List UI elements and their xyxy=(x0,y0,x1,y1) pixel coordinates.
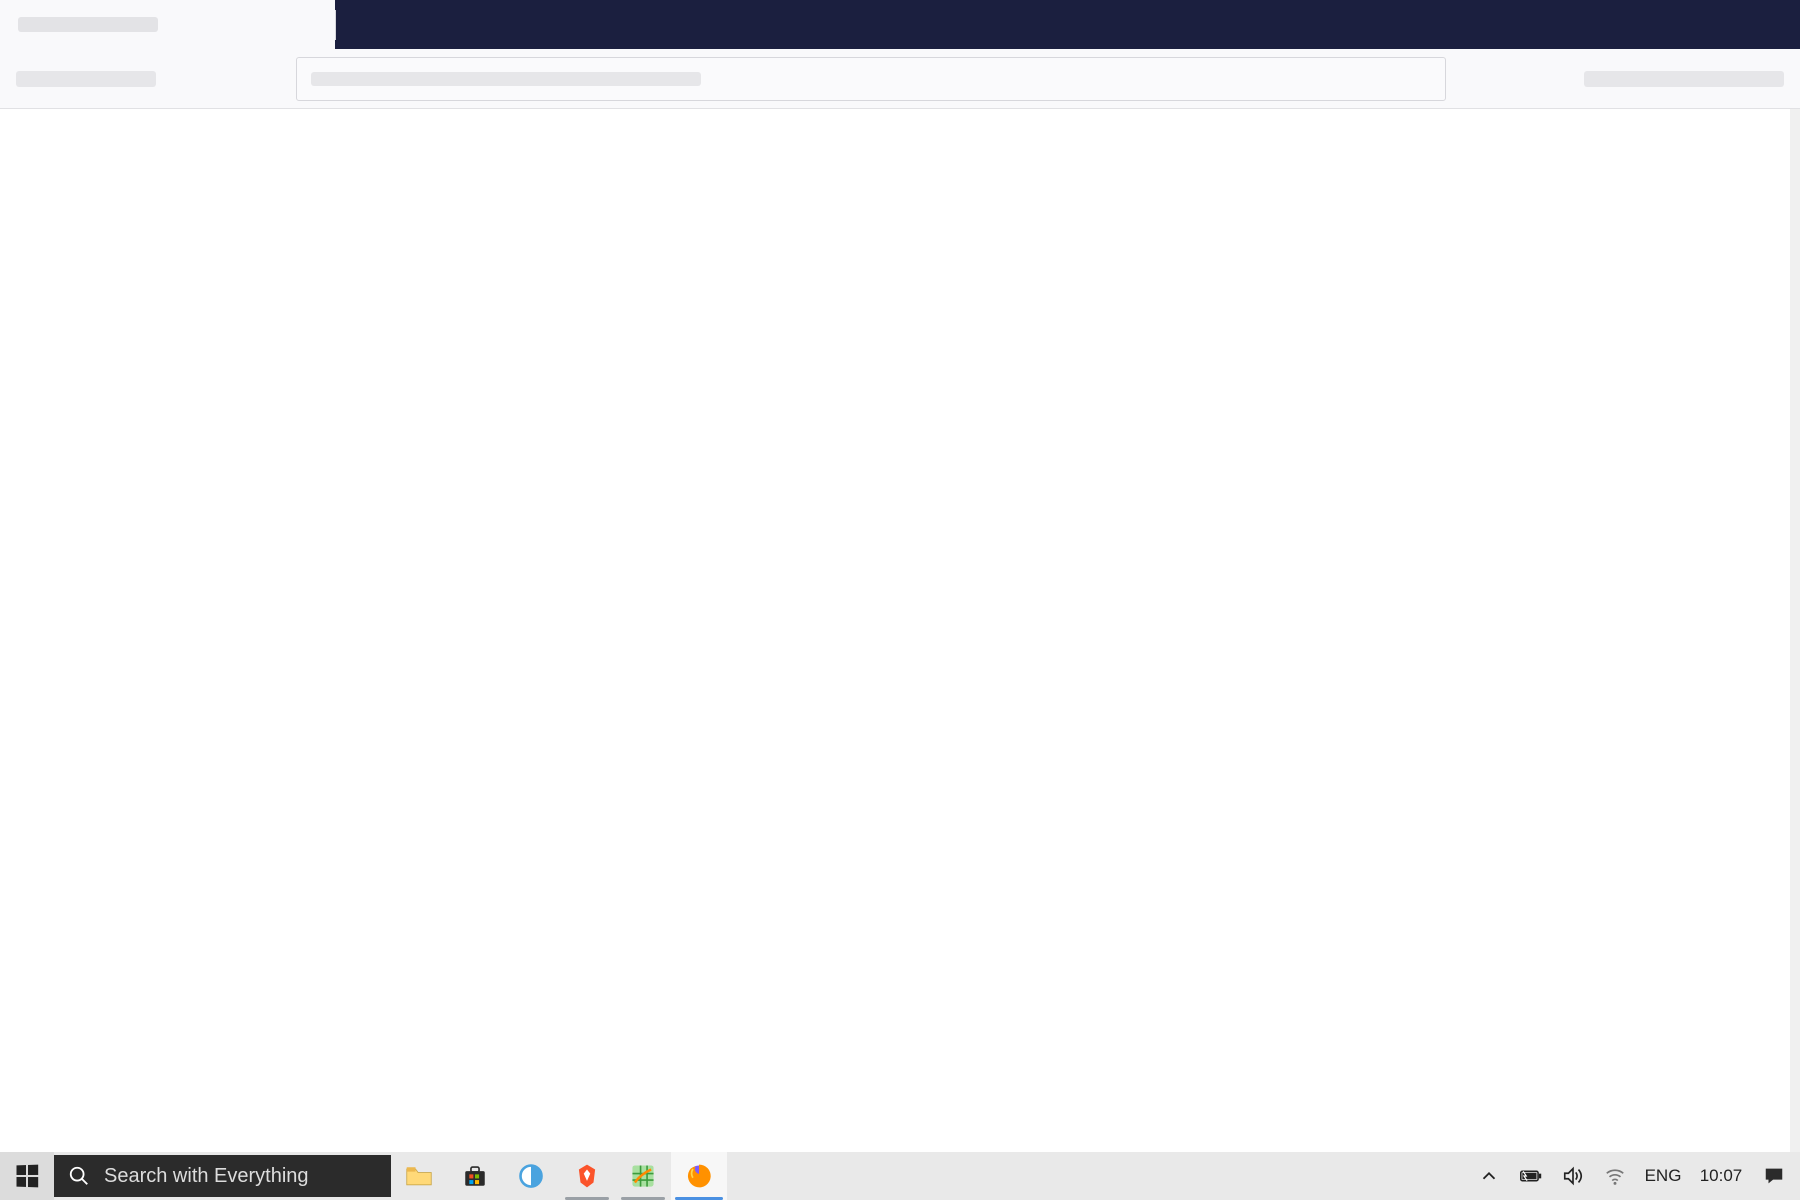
address-skeleton xyxy=(311,72,701,86)
taskbar-app-file-explorer[interactable] xyxy=(391,1152,447,1200)
battery-icon xyxy=(1520,1165,1542,1187)
tray-wifi[interactable] xyxy=(1594,1152,1636,1200)
taskbar-app-microsoft-store[interactable] xyxy=(447,1152,503,1200)
taskbar-apps xyxy=(391,1152,727,1200)
volume-icon xyxy=(1562,1165,1584,1187)
tab-strip xyxy=(0,0,1800,49)
vertical-scrollbar[interactable] xyxy=(1790,109,1800,1152)
action-center[interactable] xyxy=(1752,1152,1796,1200)
taskbar-search-placeholder: Search with Everything xyxy=(104,1165,309,1188)
tray-clock[interactable]: 10:07 xyxy=(1690,1152,1752,1200)
tab-divider xyxy=(335,10,336,40)
taskbar-app-browser-blue[interactable] xyxy=(503,1152,559,1200)
toolbar-right-skeleton xyxy=(1584,71,1784,87)
file-explorer-icon xyxy=(404,1161,434,1191)
notification-icon xyxy=(1763,1165,1785,1187)
scrollbar-thumb[interactable] xyxy=(1790,109,1800,1152)
grid-app-icon xyxy=(628,1161,658,1191)
browser-toolbar xyxy=(0,49,1800,109)
windows-logo-icon xyxy=(17,1165,39,1188)
firefox-icon xyxy=(684,1161,714,1191)
tray-battery[interactable] xyxy=(1510,1152,1552,1200)
taskbar: Search with Everything xyxy=(0,1152,1800,1200)
system-tray: ENG 10:07 xyxy=(1468,1152,1800,1200)
start-button[interactable] xyxy=(0,1152,54,1200)
tray-volume[interactable] xyxy=(1552,1152,1594,1200)
browser-tab[interactable] xyxy=(0,0,335,49)
search-icon xyxy=(68,1165,90,1187)
language-label: ENG xyxy=(1645,1166,1682,1186)
taskbar-app-brave[interactable] xyxy=(559,1152,615,1200)
page-content xyxy=(0,109,1790,1152)
taskbar-search[interactable]: Search with Everything xyxy=(54,1155,391,1197)
brave-icon xyxy=(572,1161,602,1191)
tray-overflow[interactable] xyxy=(1468,1152,1510,1200)
chevron-up-icon xyxy=(1478,1165,1500,1187)
browser-blue-icon xyxy=(516,1161,546,1191)
store-icon xyxy=(460,1161,490,1191)
wifi-icon xyxy=(1604,1165,1626,1187)
tray-language[interactable]: ENG xyxy=(1636,1152,1690,1200)
clock-label: 10:07 xyxy=(1700,1166,1743,1186)
nav-buttons-skeleton xyxy=(16,71,156,87)
taskbar-app-grid[interactable] xyxy=(615,1152,671,1200)
taskbar-app-firefox[interactable] xyxy=(671,1152,727,1200)
tab-title-skeleton xyxy=(18,17,158,32)
browser-window xyxy=(0,0,1800,1152)
address-bar[interactable] xyxy=(296,57,1446,101)
